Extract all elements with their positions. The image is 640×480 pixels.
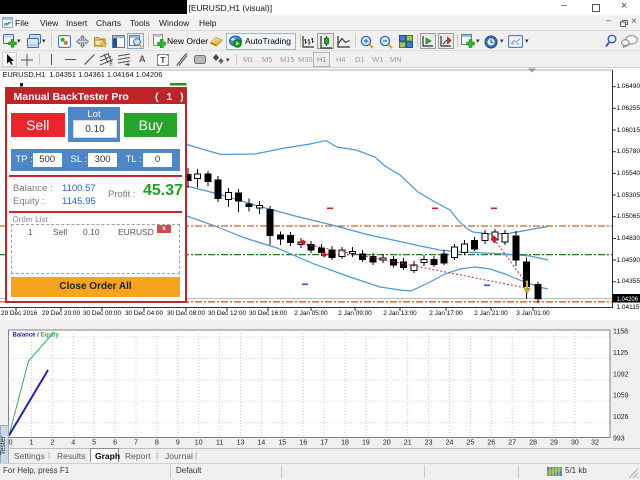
svg-text:1: 1 [30, 440, 34, 447]
svg-text:6: 6 [113, 440, 117, 447]
svg-text:30: 30 [571, 440, 579, 447]
svg-text:17: 17 [320, 440, 328, 447]
svg-text:0: 0 [9, 440, 13, 447]
svg-text:4: 4 [71, 440, 75, 447]
svg-text:27: 27 [508, 440, 516, 447]
svg-text:16: 16 [299, 440, 307, 447]
svg-text:23: 23 [425, 440, 433, 447]
svg-text:E: E [110, 62, 114, 67]
svg-text:15: 15 [278, 440, 286, 447]
svg-text:13: 13 [237, 440, 245, 447]
svg-text:1.04206: 1.04206 [617, 296, 639, 303]
svg-text:29: 29 [550, 440, 558, 447]
svg-text:2: 2 [50, 440, 54, 447]
svg-text:993: 993 [613, 436, 625, 443]
svg-text:Balance / Equity: Balance / Equity [13, 333, 60, 339]
svg-text:T: T [160, 55, 166, 65]
svg-text:5: 5 [92, 440, 96, 447]
svg-text:14: 14 [258, 440, 266, 447]
svg-text:1158: 1158 [613, 329, 628, 336]
svg-text:1125: 1125 [613, 350, 628, 357]
svg-text:1026: 1026 [613, 414, 629, 421]
svg-text:10: 10 [195, 440, 203, 447]
svg-text:9: 9 [176, 440, 180, 447]
svg-text:19: 19 [362, 440, 370, 447]
svg-text:25: 25 [467, 440, 475, 447]
svg-text:28: 28 [529, 440, 537, 447]
svg-text:1059: 1059 [613, 393, 629, 400]
svg-text:20: 20 [383, 440, 391, 447]
svg-text:18: 18 [341, 440, 349, 447]
svg-text:21: 21 [404, 440, 412, 447]
svg-text:24: 24 [446, 440, 454, 447]
svg-text:26: 26 [487, 440, 495, 447]
svg-text:32: 32 [591, 440, 599, 447]
svg-text:11: 11 [216, 440, 223, 447]
svg-text:1092: 1092 [613, 371, 629, 378]
svg-text:7: 7 [134, 440, 138, 447]
svg-text:8: 8 [155, 440, 159, 447]
